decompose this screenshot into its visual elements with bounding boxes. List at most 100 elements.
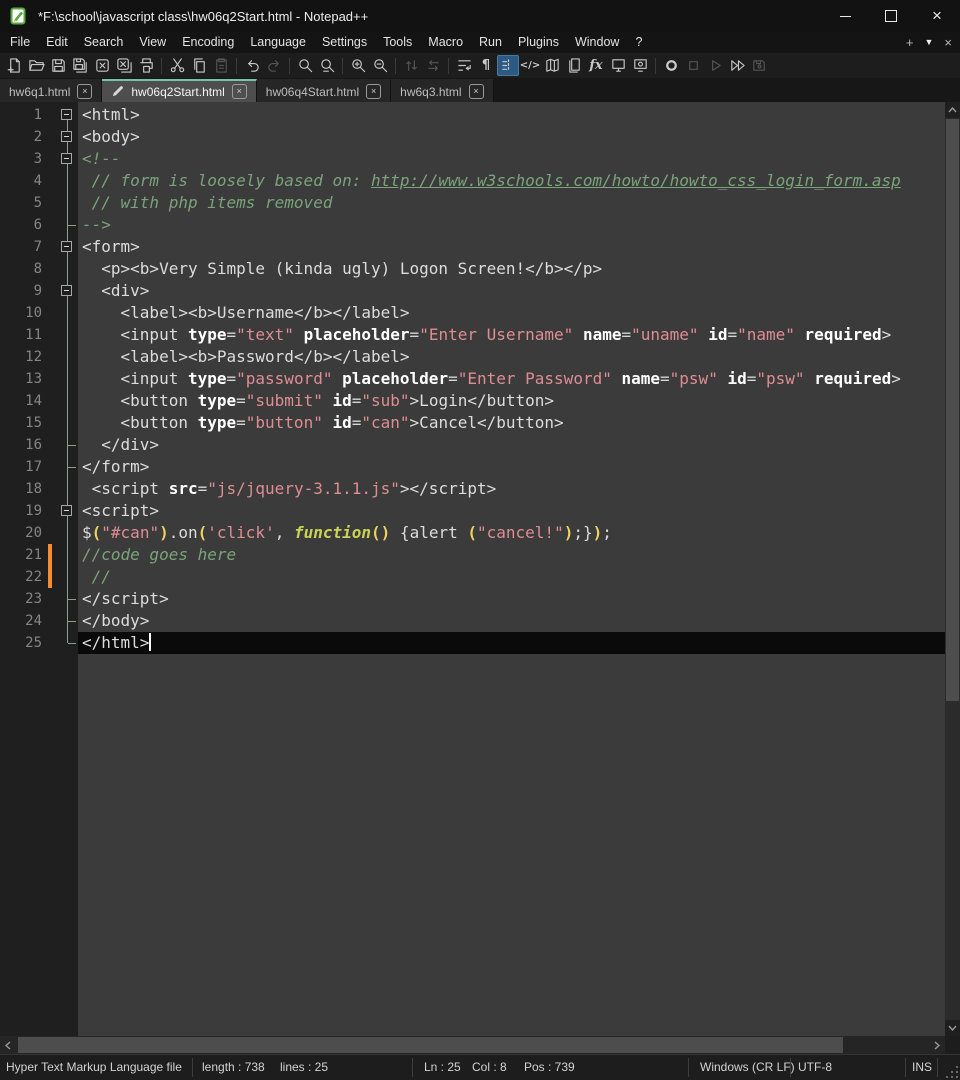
document-peek-icon[interactable] <box>629 55 651 76</box>
menu-plugins[interactable]: Plugins <box>510 32 567 53</box>
code-text[interactable]: <p><b>Very Simple (kinda ugly) Logon Scr… <box>78 258 945 280</box>
code-text[interactable]: <script> <box>78 500 945 522</box>
scroll-right-arrow-icon[interactable] <box>929 1036 945 1054</box>
status-eol-format[interactable]: Windows (CR LF) <box>700 1060 795 1074</box>
code-line[interactable]: 3 <!-- <box>0 148 945 170</box>
menu-settings[interactable]: Settings <box>314 32 375 53</box>
macro-save-icon[interactable] <box>748 55 770 76</box>
scroll-down-arrow-icon[interactable] <box>945 1020 960 1036</box>
status-insert-mode[interactable]: INS <box>912 1060 932 1074</box>
code-text[interactable]: </html> <box>78 632 945 654</box>
word-wrap-icon[interactable] <box>453 55 475 76</box>
function-list-icon[interactable]: fx <box>585 55 607 76</box>
cut-icon[interactable] <box>166 55 188 76</box>
code-line[interactable]: 4 // form is loosely based on: http://ww… <box>0 170 945 192</box>
code-text[interactable]: <label><b>Password</b></label> <box>78 346 945 368</box>
code-line[interactable]: 10 <label><b>Username</b></label> <box>0 302 945 324</box>
maximize-button[interactable] <box>868 0 914 32</box>
vertical-scrollbar[interactable] <box>945 102 960 1036</box>
code-text[interactable]: $("#can").on('click', function() {alert … <box>78 522 945 544</box>
redo-icon[interactable] <box>263 55 285 76</box>
zoom-out-icon[interactable] <box>369 55 391 76</box>
code-text[interactable]: <html> <box>78 104 945 126</box>
fold-margin[interactable] <box>58 104 78 126</box>
menu-encoding[interactable]: Encoding <box>174 32 242 53</box>
close-file-icon[interactable] <box>91 55 113 76</box>
code-text[interactable]: <button type="button" id="can">Cancel</b… <box>78 412 945 434</box>
code-line[interactable]: 22 // <box>0 566 945 588</box>
horizontal-scrollbar-thumb[interactable] <box>18 1037 843 1053</box>
paste-icon[interactable] <box>210 55 232 76</box>
minimize-button[interactable] <box>822 0 868 32</box>
tab-hw06q4Start.html[interactable]: hw06q4Start.html × <box>256 79 392 102</box>
code-text[interactable]: // form is loosely based on: http://www.… <box>78 170 945 192</box>
scroll-left-arrow-icon[interactable] <box>0 1036 16 1054</box>
document-map-icon[interactable] <box>541 55 563 76</box>
code-line[interactable]: 25 </html> <box>0 632 945 654</box>
indent-guide-icon[interactable] <box>497 55 519 76</box>
scroll-up-arrow-icon[interactable] <box>945 102 960 118</box>
resize-grip[interactable] <box>944 1064 958 1078</box>
macro-stop-icon[interactable] <box>682 55 704 76</box>
monitor-icon[interactable] <box>607 55 629 76</box>
code-line[interactable]: 14 <button type="submit" id="sub">Login<… <box>0 390 945 412</box>
code-line[interactable]: 5 // with php items removed <box>0 192 945 214</box>
code-text[interactable]: <form> <box>78 236 945 258</box>
macro-run-multiple-icon[interactable] <box>726 55 748 76</box>
fold-margin[interactable] <box>58 126 78 148</box>
fold-margin[interactable] <box>58 148 78 170</box>
tab-hw06q2Start.html[interactable]: hw06q2Start.html × <box>102 79 257 102</box>
code-line[interactable]: 6 --> <box>0 214 945 236</box>
open-file-icon[interactable] <box>25 55 47 76</box>
zoom-in-icon[interactable] <box>347 55 369 76</box>
code-line[interactable]: 2 <body> <box>0 126 945 148</box>
menu-macro[interactable]: Macro <box>420 32 471 53</box>
menu-view[interactable]: View <box>131 32 174 53</box>
code-editor[interactable]: 1 <html> 2 <body> 3 <!-- 4 // form is loosely … <box>0 102 945 1036</box>
code-text[interactable]: //code goes here <box>78 544 945 566</box>
code-line[interactable]: 17 </form> <box>0 456 945 478</box>
menu-tools[interactable]: Tools <box>375 32 420 53</box>
code-line[interactable]: 15 <button type="button" id="can">Cancel… <box>0 412 945 434</box>
save-file-icon[interactable] <box>47 55 69 76</box>
menu-search[interactable]: Search <box>76 32 132 53</box>
menu-[interactable]: ? <box>627 32 650 53</box>
tab-close-icon[interactable]: × <box>77 84 93 99</box>
menu-window[interactable]: Window <box>567 32 627 53</box>
code-text[interactable]: <input type="text" placeholder="Enter Us… <box>78 324 945 346</box>
code-text[interactable]: <!-- <box>78 148 945 170</box>
menu-run[interactable]: Run <box>471 32 510 53</box>
tab-close-icon[interactable]: × <box>231 84 247 99</box>
code-line[interactable]: 8 <p><b>Very Simple (kinda ugly) Logon S… <box>0 258 945 280</box>
plus-icon[interactable]: + <box>906 32 914 53</box>
code-line[interactable]: 1 <html> <box>0 104 945 126</box>
code-text[interactable]: --> <box>78 214 945 236</box>
code-line[interactable]: 13 <input type="password" placeholder="E… <box>0 368 945 390</box>
code-text[interactable]: // <box>78 566 945 588</box>
vertical-scrollbar-thumb[interactable] <box>946 119 959 701</box>
code-text[interactable]: <input type="password" placeholder="Ente… <box>78 368 945 390</box>
chevron-down-icon[interactable]: ▼ <box>924 32 933 53</box>
code-text[interactable]: <label><b>Username</b></label> <box>78 302 945 324</box>
code-text[interactable]: </script> <box>78 588 945 610</box>
horizontal-scrollbar[interactable] <box>0 1036 945 1054</box>
code-text[interactable]: <script src="js/jquery-3.1.1.js"></scrip… <box>78 478 945 500</box>
menu-file[interactable]: File <box>2 32 38 53</box>
code-text[interactable]: // with php items removed <box>78 192 945 214</box>
code-line[interactable]: 19 <script> <box>0 500 945 522</box>
close-icon[interactable]: × <box>944 32 952 53</box>
fold-margin[interactable] <box>58 236 78 258</box>
code-text[interactable]: <body> <box>78 126 945 148</box>
macro-record-icon[interactable] <box>660 55 682 76</box>
tab-hw6q1.html[interactable]: hw6q1.html × <box>0 79 103 102</box>
close-all-icon[interactable] <box>113 55 135 76</box>
fold-margin[interactable] <box>58 500 78 522</box>
find-icon[interactable] <box>294 55 316 76</box>
fold-margin[interactable] <box>58 280 78 302</box>
menu-language[interactable]: Language <box>242 32 314 53</box>
undo-icon[interactable] <box>241 55 263 76</box>
code-line[interactable]: 24 </body> <box>0 610 945 632</box>
code-line[interactable]: 21 //code goes here <box>0 544 945 566</box>
tab-hw6q3.html[interactable]: hw6q3.html × <box>391 79 494 102</box>
tab-close-icon[interactable]: × <box>468 84 484 99</box>
